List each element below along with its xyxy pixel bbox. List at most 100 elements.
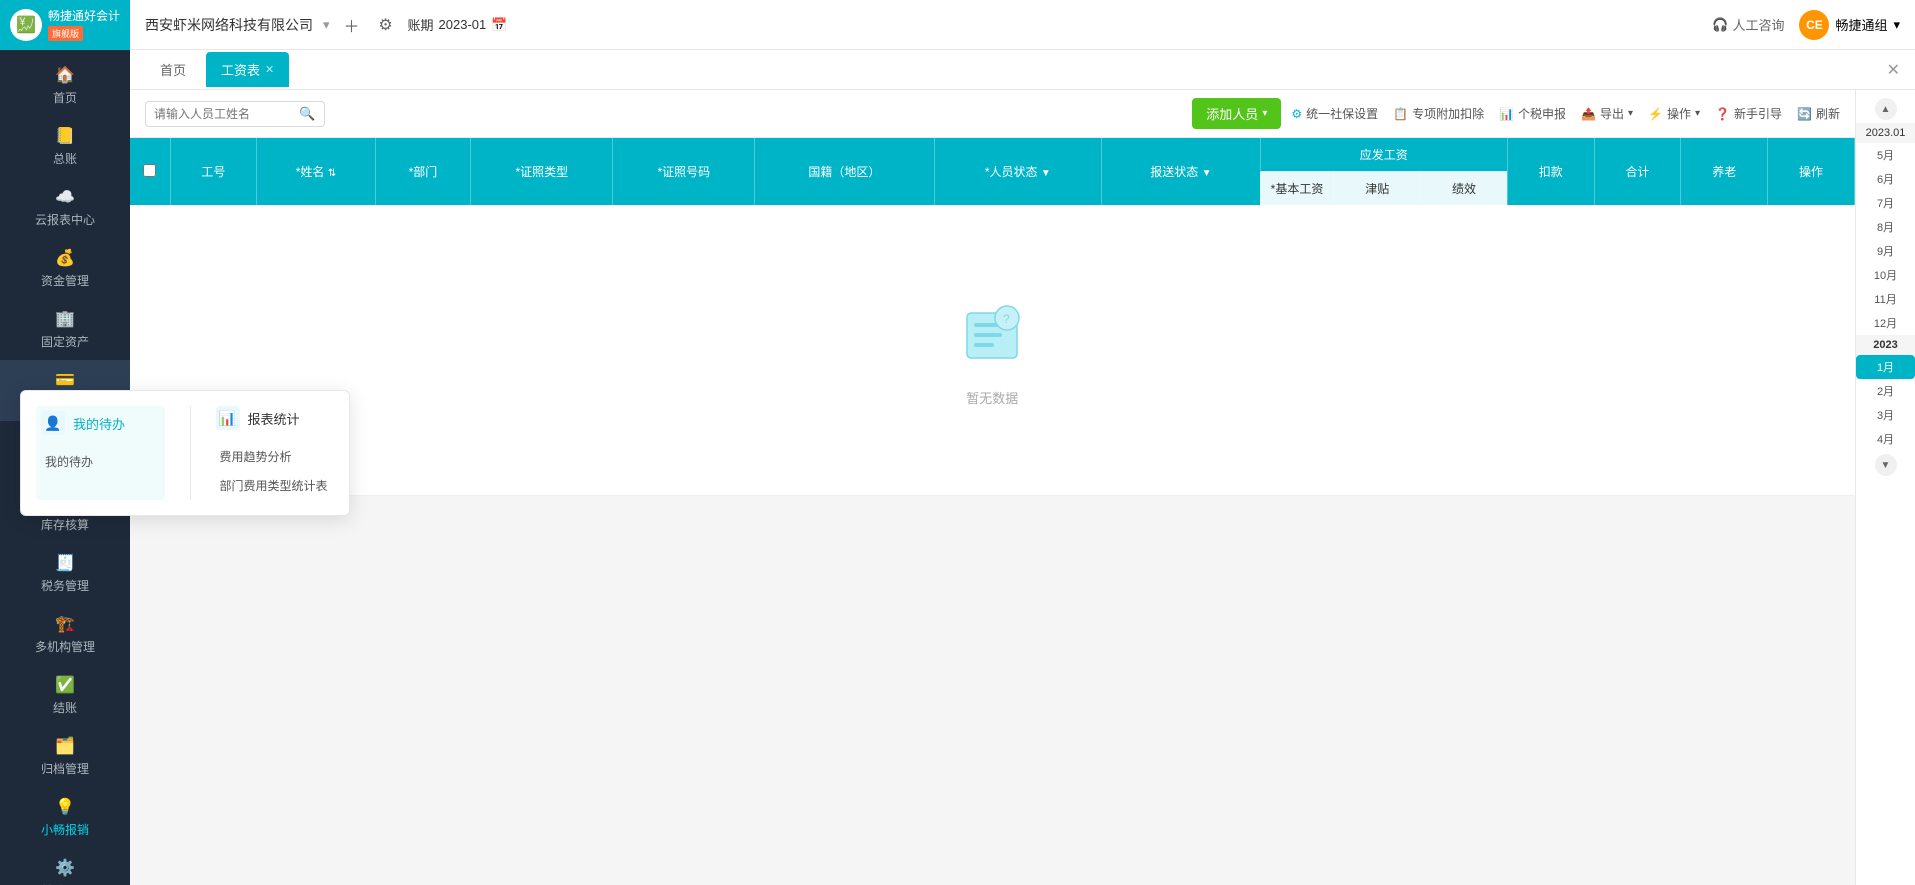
archive-icon: 🗂️ <box>55 736 75 756</box>
logo-title: 畅捷通好会计 <box>48 9 120 25</box>
timeline-5[interactable]: 5月 <box>1856 143 1915 167</box>
checkout-icon: ✅ <box>55 675 75 695</box>
timeline-8[interactable]: 8月 <box>1856 215 1915 239</box>
topbar-right: 🎧 人工咨询 CE 畅捷通组 ▾ <box>1712 10 1900 40</box>
th-total: 合计 <box>1594 138 1681 205</box>
special-deduction-btn[interactable]: 📋 专项附加扣除 <box>1393 105 1484 122</box>
popup-cost-trend[interactable]: 费用趋势分析 <box>216 442 335 471</box>
th-status: *人员状态 ▼ <box>934 138 1102 205</box>
sidebar-item-label: 小畅报销 <box>41 821 89 838</box>
th-checkbox <box>130 138 170 205</box>
add-person-button[interactable]: 添加人员 ▾ <box>1192 98 1281 129</box>
th-performance: 绩效 <box>1421 172 1508 206</box>
popup-sections: 👤 我的待办 我的待办 📊 报表统计 费用趋势分析 部门费用类型统计表 <box>36 406 334 500</box>
add-company-button[interactable]: ＋ <box>340 13 364 37</box>
export-label: 导出 <box>1600 105 1624 122</box>
sidebar-item-basic[interactable]: ⚙️ 基础设置 <box>0 848 130 885</box>
sidebar-item-multi[interactable]: 🏗️ 多机构管理 <box>0 604 130 665</box>
sidebar-item-assets[interactable]: 🏢 固定资产 <box>0 299 130 360</box>
sidebar-item-reports[interactable]: ☁️ 云报表中心 <box>0 177 130 238</box>
topbar: 西安虾米网络科技有限公司 ▾ ＋ ⚙ 账期 2023-01 📅 🎧 人工咨询 C… <box>130 0 1915 50</box>
timeline-7[interactable]: 7月 <box>1856 191 1915 215</box>
tabbar: 首页 工资表 ✕ ✕ <box>130 50 1915 90</box>
th-salary-group: 应发工资 <box>1260 138 1507 172</box>
sidebar-item-tax[interactable]: 🧾 税务管理 <box>0 543 130 604</box>
service-btn[interactable]: 🎧 人工咨询 <box>1712 15 1784 34</box>
timeline-11[interactable]: 11月 <box>1856 287 1915 311</box>
tab-home-label: 首页 <box>160 60 186 79</box>
social-security-btn[interactable]: ⚙ 统一社保设置 <box>1291 105 1378 122</box>
timeline-10[interactable]: 10月 <box>1856 263 1915 287</box>
empty-state-cell: ? 暂无数据 <box>130 205 1855 496</box>
deduction-icon: 📋 <box>1393 107 1408 121</box>
sidebar-item-home[interactable]: 🏠 首页 <box>0 55 130 116</box>
popup-reports-section: 📊 报表统计 费用趋势分析 部门费用类型统计表 <box>216 406 335 500</box>
sidebar-item-checkout[interactable]: ✅ 结账 <box>0 665 130 726</box>
user-menu[interactable]: CE 畅捷通组 ▾ <box>1799 10 1900 40</box>
tab-close-icon[interactable]: ✕ <box>265 63 274 76</box>
timeline-down-btn[interactable]: ▼ <box>1875 454 1897 476</box>
sidebar-item-xiaochang[interactable]: 💡 小畅报销 <box>0 787 130 848</box>
report-filter-icon[interactable]: ▼ <box>1202 168 1212 179</box>
tab-home[interactable]: 首页 <box>145 52 201 87</box>
timeline-12[interactable]: 12月 <box>1856 311 1915 335</box>
user-initials: CE <box>1806 18 1823 32</box>
xiaochang-icon: 💡 <box>55 797 75 817</box>
empty-state: ? 暂无数据 <box>140 213 1845 487</box>
select-all-checkbox[interactable] <box>143 164 156 177</box>
guide-toolbar-icon: ❓ <box>1715 107 1730 121</box>
logo-text-block: 畅捷通好会计 旗舰版 <box>48 9 120 42</box>
guide-btn[interactable]: ❓ 新手引导 <box>1715 105 1782 122</box>
close-window-icon[interactable]: ✕ <box>1887 62 1900 79</box>
timeline-2[interactable]: 2月 <box>1856 379 1915 403</box>
timeline-1[interactable]: 1月 <box>1856 355 1915 379</box>
operation-btn[interactable]: ⚡ 操作 ▾ <box>1648 105 1700 122</box>
timeline-up-btn[interactable]: ▲ <box>1875 98 1897 120</box>
ledger-icon: 📒 <box>55 126 75 146</box>
calendar-icon[interactable]: 📅 <box>491 17 507 33</box>
service-label: 人工咨询 <box>1732 15 1784 34</box>
popup-menu: 👤 我的待办 我的待办 📊 报表统计 费用趋势分析 部门费用类型统计表 <box>20 390 350 516</box>
status-filter-icon[interactable]: ▼ <box>1041 168 1051 179</box>
timeline-9[interactable]: 9月 <box>1856 239 1915 263</box>
tab-salary-label: 工资表 <box>221 60 260 79</box>
popup-divider <box>190 406 191 500</box>
popup-my-todo[interactable]: 我的待办 <box>41 447 160 476</box>
th-base-salary: *基本工资 <box>1260 172 1334 206</box>
account-period: 账期 2023-01 📅 <box>408 15 508 34</box>
sidebar-item-label: 库存核算 <box>41 516 89 533</box>
company-name: 西安虾米网络科技有限公司 <box>145 15 313 35</box>
sidebar-item-archive[interactable]: 🗂️ 归档管理 <box>0 726 130 787</box>
popup-reports-label: 报表统计 <box>248 409 300 428</box>
th-idno: *证照号码 <box>613 138 755 205</box>
social-security-icon: ⚙ <box>1291 107 1302 121</box>
operation-arrow-icon: ▾ <box>1695 108 1700 119</box>
timeline-6[interactable]: 6月 <box>1856 167 1915 191</box>
sidebar-item-label: 多机构管理 <box>35 638 95 655</box>
period-value: 2023-01 <box>439 17 487 32</box>
settings-button[interactable]: ⚙ <box>374 13 398 37</box>
tab-salary[interactable]: 工资表 ✕ <box>206 52 289 87</box>
search-input[interactable] <box>154 107 294 121</box>
company-dropdown-icon[interactable]: ▾ <box>323 17 330 33</box>
sidebar-item-funds[interactable]: 💰 资金管理 <box>0 238 130 299</box>
tax-icon: 📊 <box>1499 107 1514 121</box>
tax-return-btn[interactable]: 📊 个税申报 <box>1499 105 1566 122</box>
export-btn[interactable]: 📤 导出 ▾ <box>1581 105 1633 122</box>
table-container: 工号 *姓名 ⇅ *部门 *证照类型 <box>130 138 1855 496</box>
salary-icon: 💳 <box>55 370 75 390</box>
popup-dept-cost[interactable]: 部门费用类型统计表 <box>216 471 335 500</box>
timeline-4[interactable]: 4月 <box>1856 427 1915 451</box>
timeline-3[interactable]: 3月 <box>1856 403 1915 427</box>
assets-icon: 🏢 <box>55 309 75 329</box>
empty-illustration: ? <box>952 293 1032 373</box>
headset-icon: 🎧 <box>1712 17 1728 33</box>
th-allowance: 津贴 <box>1334 172 1421 206</box>
refresh-btn[interactable]: 🔄 刷新 <box>1797 105 1840 122</box>
sort-icon[interactable]: ⇅ <box>328 168 336 179</box>
search-box: 🔍 <box>145 101 325 127</box>
sidebar-item-label: 固定资产 <box>41 333 89 350</box>
search-icon[interactable]: 🔍 <box>299 106 315 122</box>
sidebar-item-label: 税务管理 <box>41 577 89 594</box>
sidebar-item-ledger[interactable]: 📒 总账 <box>0 116 130 177</box>
